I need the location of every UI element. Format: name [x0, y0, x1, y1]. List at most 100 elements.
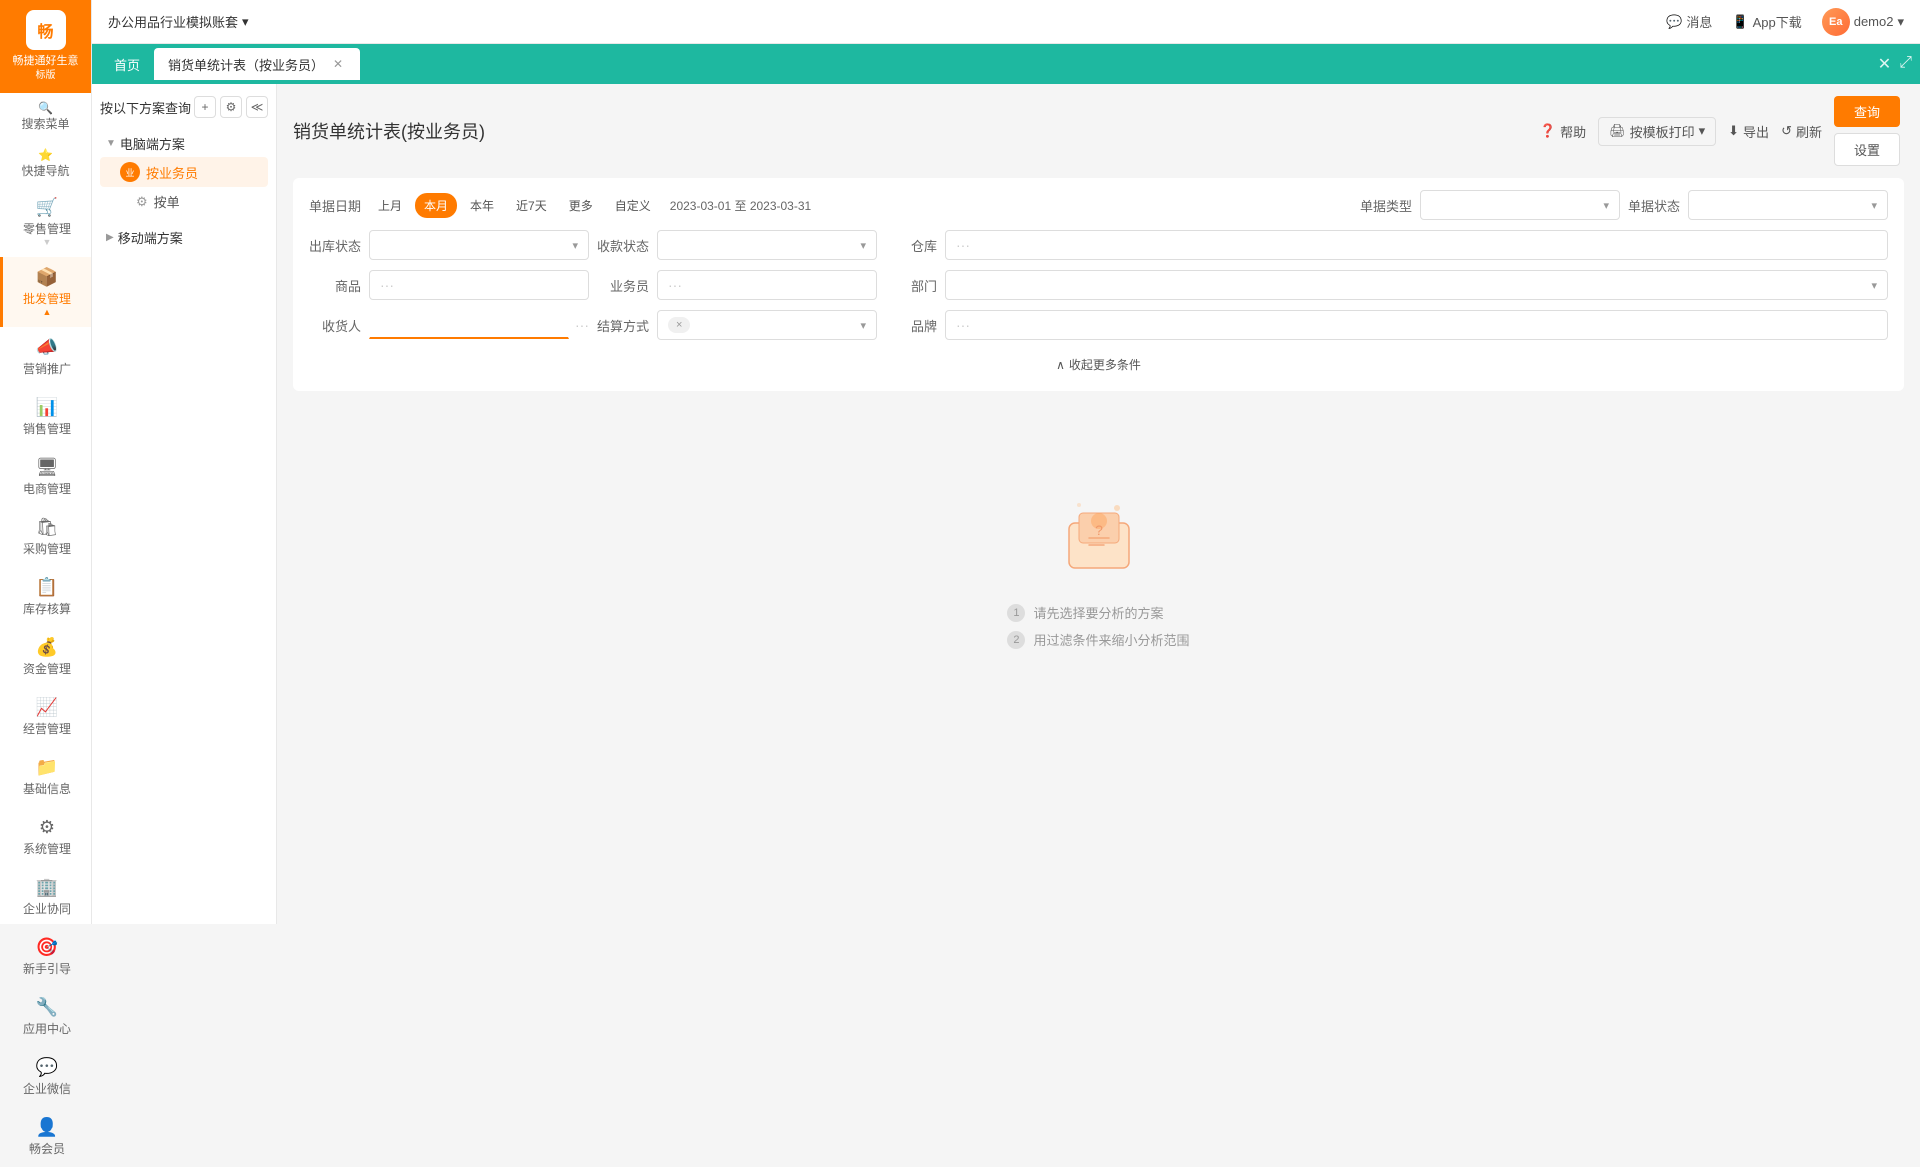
help-btn[interactable]: ❓ 帮助	[1540, 122, 1586, 141]
page-title-bar: 销货单统计表(按业务员) ❓ 帮助 🖨 按模板打印 ▾ ⬇ 导出	[293, 96, 1904, 166]
date-tab-custom[interactable]: 自定义	[606, 193, 660, 218]
sidebar-item-ecommerce[interactable]: 🖥 电商管理	[0, 447, 91, 507]
content-area: 按以下方案查询 + ⚙ ≪ ▼ 电脑端方案 业 按业务员 ⚙ 按	[92, 84, 1920, 924]
enterprise-icon: 🏢	[36, 877, 58, 898]
template-print-btn[interactable]: 🖨 按模板打印 ▾	[1598, 117, 1716, 146]
query-button[interactable]: 查询	[1834, 96, 1900, 127]
sidebar-item-label: 搜索菜单	[21, 115, 69, 132]
tab-sales-report[interactable]: 销货单统计表（按业务员） ✕	[154, 48, 360, 80]
date-range-text: 2023-03-01 至 2023-03-31	[670, 197, 811, 214]
add-scheme-btn[interactable]: +	[194, 96, 216, 118]
sidebar-item-sales[interactable]: 📊 销售管理	[0, 387, 91, 447]
export-btn[interactable]: ⬇ 导出	[1728, 122, 1769, 141]
date-tab-this-month[interactable]: 本月	[415, 193, 457, 218]
staff-select[interactable]: ···	[657, 270, 877, 300]
sidebar-item-wholesale[interactable]: 📦 批发管理 ▲	[0, 257, 91, 327]
sidebar-item-label: 新手引导	[23, 960, 71, 977]
tag-close-icon[interactable]: ×	[676, 319, 682, 331]
tab-actions: ✕ ⤢	[1878, 54, 1912, 74]
sidebar-item-basic[interactable]: 📁 基础信息	[0, 747, 91, 807]
home-tab-label: 首页	[114, 55, 140, 74]
tree-item-by-order[interactable]: ⚙ 按单	[100, 187, 268, 216]
chevron-up-icon: ∧	[1056, 358, 1065, 372]
filter-card: 单据日期 上月 本月 本年 近7天 更多 自定义 2023-03-01 至 20…	[293, 178, 1904, 391]
dropdown-arrow-icon: ▾	[860, 239, 866, 252]
warehouse-dots: ···	[956, 237, 970, 253]
tree-group-pc: ▼ 电脑端方案 业 按业务员 ⚙ 按单	[100, 130, 268, 216]
breadcrumb-dropdown[interactable]: 办公用品行业模拟账套 ▾	[108, 12, 249, 31]
sidebar-item-member[interactable]: 👤 畅会员	[0, 1107, 91, 1167]
consignee-input[interactable]	[369, 311, 569, 339]
refresh-btn[interactable]: ↺ 刷新	[1781, 122, 1822, 141]
logo-text: 畅捷通好生意标版	[13, 54, 79, 83]
sidebar-item-apps[interactable]: 🔧 应用中心	[0, 987, 91, 1047]
dropdown-arrow-icon: ▾	[242, 14, 249, 30]
sidebar-item-label: 经营管理	[23, 720, 71, 737]
warehouse-select[interactable]: ···	[945, 230, 1888, 260]
consignee-dots[interactable]: ···	[575, 317, 589, 333]
empty-tip-1: 1 请先选择要分析的方案	[1007, 603, 1189, 622]
close-all-tabs-icon[interactable]: ✕	[1878, 54, 1891, 74]
empty-tip-2-text: 用过滤条件来缩小分析范围	[1033, 630, 1189, 649]
sidebar-item-enterprise[interactable]: 🏢 企业协同	[0, 867, 91, 927]
staff-icon: 业	[120, 162, 140, 182]
sidebar-item-system[interactable]: ⚙ 系统管理	[0, 807, 91, 867]
sidebar-item-inventory[interactable]: 📋 库存核算	[0, 567, 91, 627]
date-label: 单据日期	[309, 196, 361, 215]
app-download-btn[interactable]: 📱 App下载	[1732, 12, 1801, 31]
sidebar-item-quick-nav[interactable]: ⭐ 快捷导航	[0, 140, 91, 187]
date-tab-this-year[interactable]: 本年	[461, 193, 503, 218]
sidebar-item-marketing[interactable]: 📣 营销推广	[0, 327, 91, 387]
filter-row-1: 单据日期 上月 本月 本年 近7天 更多 自定义 2023-03-01 至 20…	[309, 190, 1888, 220]
user-name: demo2	[1854, 14, 1894, 29]
arrow-icon: ▼	[43, 237, 52, 247]
goods-select[interactable]: ···	[369, 270, 589, 300]
tree-group-pc-header[interactable]: ▼ 电脑端方案	[100, 130, 268, 157]
sidebar-item-label: 系统管理	[23, 840, 71, 857]
expand-icon[interactable]: ⤢	[1899, 54, 1912, 74]
empty-tips: 1 请先选择要分析的方案 2 用过滤条件来缩小分析范围	[1007, 603, 1189, 649]
sidebar-item-newbie[interactable]: 🎯 新手引导	[0, 927, 91, 987]
sidebar-logo[interactable]: 畅 畅捷通好生意标版	[0, 0, 91, 93]
sidebar-item-label: 快捷导航	[21, 162, 69, 179]
settings-button[interactable]: 设置	[1834, 133, 1900, 166]
member-icon: 👤	[36, 1117, 58, 1138]
tree-item-by-staff-label: 按业务员	[146, 163, 198, 182]
brand-select[interactable]: ···	[945, 310, 1888, 340]
sidebar-item-purchase[interactable]: 🛍 采购管理	[0, 507, 91, 567]
settings-scheme-btn[interactable]: ⚙	[220, 96, 242, 118]
sales-icon: 📊	[36, 397, 58, 418]
collapse-btn[interactable]: ∧ 收起更多条件	[309, 350, 1888, 379]
ecommerce-icon: 🖥	[36, 457, 59, 478]
doc-type-select[interactable]: ▾	[1420, 190, 1620, 220]
dept-select[interactable]: ▾	[945, 270, 1888, 300]
sidebar-item-search[interactable]: 🔍 搜索菜单	[0, 93, 91, 140]
tree-item-by-staff[interactable]: 业 按业务员	[100, 157, 268, 187]
sidebar-item-operations[interactable]: 📈 经营管理	[0, 687, 91, 747]
out-status-select[interactable]: ▾	[369, 230, 589, 260]
basic-icon: 📁	[36, 757, 58, 778]
tab-close-icon[interactable]: ✕	[330, 56, 346, 72]
payment-method-select[interactable]: × ▾	[657, 310, 877, 340]
doc-status-select[interactable]: ▾	[1688, 190, 1888, 220]
chevron-down-icon: ▼	[106, 138, 116, 149]
doc-type-label: 单据类型	[1360, 196, 1412, 215]
date-tab-last-month[interactable]: 上月	[369, 193, 411, 218]
tab-home[interactable]: 首页	[100, 48, 154, 80]
user-menu[interactable]: Ea demo2 ▾	[1822, 8, 1904, 36]
date-tab-more[interactable]: 更多	[560, 193, 602, 218]
sidebar-item-wechat[interactable]: 💬 企业微信	[0, 1047, 91, 1107]
collapse-panel-btn[interactable]: ≪	[246, 96, 268, 118]
payment-status-select[interactable]: ▾	[657, 230, 877, 260]
date-tab-7days[interactable]: 近7天	[507, 193, 556, 218]
sidebar-item-retail[interactable]: 🛒 零售管理 ▼	[0, 187, 91, 257]
template-print-label: 按模板打印	[1630, 122, 1695, 141]
sidebar-item-label: 企业微信	[23, 1080, 71, 1097]
sidebar-item-finance[interactable]: 💰 资金管理	[0, 627, 91, 687]
filter-row-3: 商品 ··· 业务员 ··· 部门 ▾	[309, 270, 1888, 300]
tree-group-mobile-header[interactable]: ▶ 移动端方案	[100, 224, 268, 251]
sidebar-item-label: 批发管理	[23, 290, 71, 307]
download-icon: 📱	[1732, 14, 1748, 30]
message-btn[interactable]: 💬 消息	[1666, 12, 1712, 31]
message-label: 消息	[1686, 12, 1712, 31]
